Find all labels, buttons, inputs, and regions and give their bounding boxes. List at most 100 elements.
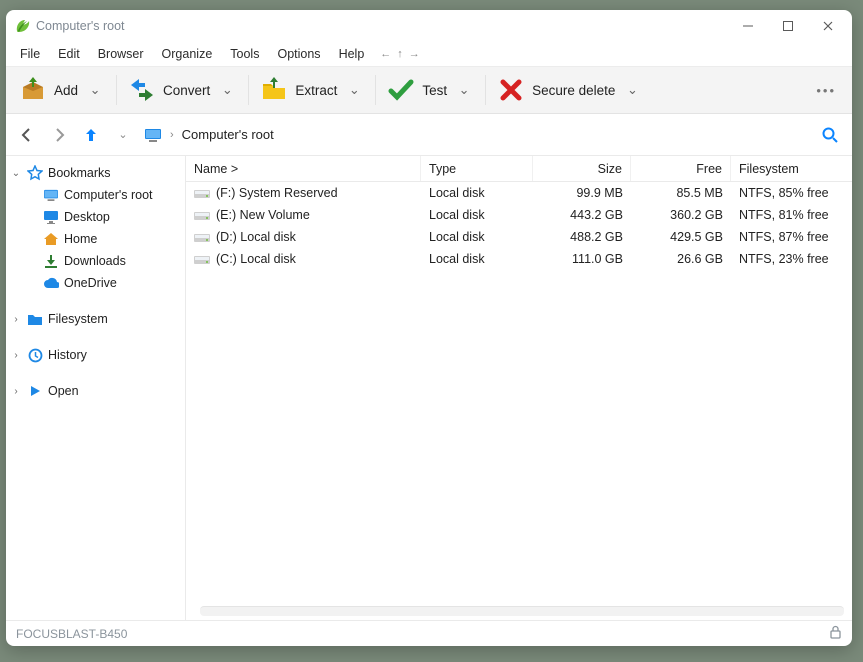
row-name: (E:) New Volume [216, 208, 310, 222]
computer-icon [42, 189, 60, 201]
sidebar-item-filesystem[interactable]: › Filesystem [6, 308, 185, 330]
sidebar-label: Open [48, 384, 79, 398]
search-button[interactable] [814, 126, 846, 144]
row-size: 488.2 GB [533, 230, 631, 244]
toolbar-divider [485, 75, 486, 105]
row-name: (C:) Local disk [216, 252, 296, 266]
toolbar-overflow-button[interactable]: ••• [806, 77, 846, 104]
convert-button[interactable]: Convert ⌄ [121, 71, 244, 109]
column-type[interactable]: Type [421, 156, 533, 181]
sidebar-item-history[interactable]: › History [6, 344, 185, 366]
extract-button[interactable]: Extract ⌄ [253, 71, 371, 109]
lock-icon[interactable] [829, 625, 842, 642]
desktop-icon [42, 210, 60, 224]
table-row[interactable]: (D:) Local disk Local disk 488.2 GB 429.… [186, 226, 852, 248]
content-area: ⌄ Bookmarks Computer's root Desktop Home… [6, 156, 852, 620]
sidebar-item-computers-root[interactable]: Computer's root [6, 184, 185, 206]
expand-icon[interactable]: › [10, 386, 22, 397]
row-free: 360.2 GB [631, 208, 731, 222]
row-name: (F:) System Reserved [216, 186, 338, 200]
row-free: 85.5 MB [631, 186, 731, 200]
collapse-icon[interactable]: ⌄ [10, 168, 22, 179]
sidebar-item-desktop[interactable]: Desktop [6, 206, 185, 228]
file-list-pane: Name > Type Size Free Filesystem (F:) Sy… [186, 156, 852, 620]
breadcrumb[interactable]: › Computer's root [140, 127, 812, 142]
menu-file[interactable]: File [12, 45, 48, 63]
row-fs: NTFS, 87% free [731, 230, 852, 244]
extract-label: Extract [295, 83, 337, 98]
sidebar-item-home[interactable]: Home [6, 228, 185, 250]
chevron-down-icon[interactable]: ⌄ [455, 82, 473, 98]
row-type: Local disk [421, 186, 533, 200]
chevron-down-icon[interactable]: ⌄ [218, 82, 236, 98]
menu-options[interactable]: Options [269, 45, 328, 63]
row-type: Local disk [421, 252, 533, 266]
sidebar-item-bookmarks[interactable]: ⌄ Bookmarks [6, 162, 185, 184]
row-fs: NTFS, 85% free [731, 186, 852, 200]
menu-help[interactable]: Help [331, 45, 373, 63]
home-icon [42, 232, 60, 246]
sidebar-label: Bookmarks [48, 166, 111, 180]
nav-up-button[interactable] [76, 120, 106, 150]
window-title: Computer's root [36, 19, 125, 33]
menu-nav-arrows: ← ↑ → [380, 48, 420, 60]
toolbar: Add ⌄ Convert ⌄ Extract ⌄ Test ⌄ Secure … [6, 66, 852, 114]
folder-extract-icon [261, 77, 287, 103]
row-fs: NTFS, 81% free [731, 208, 852, 222]
box-add-icon [20, 77, 46, 103]
nav-history-dropdown[interactable]: ⌄ [108, 120, 138, 150]
maximize-button[interactable] [768, 12, 808, 40]
disk-icon [194, 253, 210, 265]
chevron-down-icon[interactable]: ⌄ [623, 82, 641, 98]
horizontal-scrollbar[interactable] [200, 606, 844, 616]
x-delete-icon [498, 77, 524, 103]
add-button[interactable]: Add ⌄ [12, 71, 112, 109]
chevron-down-icon[interactable]: ⌄ [86, 82, 104, 98]
sidebar-item-onedrive[interactable]: OneDrive [6, 272, 185, 294]
sidebar: ⌄ Bookmarks Computer's root Desktop Home… [6, 156, 186, 620]
menu-arrow-right-icon[interactable]: → [409, 48, 420, 60]
sidebar-label: OneDrive [64, 276, 117, 290]
chevron-down-icon[interactable]: ⌄ [345, 82, 363, 98]
secure-delete-label: Secure delete [532, 83, 615, 98]
menu-edit[interactable]: Edit [50, 45, 88, 63]
computer-icon [144, 128, 162, 142]
sidebar-label: Filesystem [48, 312, 108, 326]
file-rows: (F:) System Reserved Local disk 99.9 MB … [186, 182, 852, 606]
menu-arrow-up-icon[interactable]: ↑ [397, 48, 403, 60]
menu-browser[interactable]: Browser [90, 45, 152, 63]
column-name[interactable]: Name > [186, 156, 421, 181]
close-button[interactable] [808, 12, 848, 40]
column-free[interactable]: Free [631, 156, 731, 181]
disk-icon [194, 209, 210, 221]
table-row[interactable]: (E:) New Volume Local disk 443.2 GB 360.… [186, 204, 852, 226]
breadcrumb-location: Computer's root [182, 127, 274, 142]
column-filesystem[interactable]: Filesystem [731, 156, 852, 181]
row-fs: NTFS, 23% free [731, 252, 852, 266]
sidebar-label: Computer's root [64, 188, 153, 202]
table-row[interactable]: (F:) System Reserved Local disk 99.9 MB … [186, 182, 852, 204]
check-icon [388, 77, 414, 103]
expand-icon[interactable]: › [10, 314, 22, 325]
nav-back-button[interactable] [12, 120, 42, 150]
expand-icon[interactable]: › [10, 350, 22, 361]
nav-forward-button[interactable] [44, 120, 74, 150]
column-headers: Name > Type Size Free Filesystem [186, 156, 852, 182]
sidebar-item-open[interactable]: › Open [6, 380, 185, 402]
column-size[interactable]: Size [533, 156, 631, 181]
secure-delete-button[interactable]: Secure delete ⌄ [490, 71, 649, 109]
disk-icon [194, 187, 210, 199]
menu-arrow-left-icon[interactable]: ← [380, 48, 391, 60]
status-host: FOCUSBLAST-B450 [16, 627, 127, 641]
play-icon [26, 384, 44, 398]
table-row[interactable]: (C:) Local disk Local disk 111.0 GB 26.6… [186, 248, 852, 270]
minimize-button[interactable] [728, 12, 768, 40]
menu-organize[interactable]: Organize [154, 45, 221, 63]
row-size: 443.2 GB [533, 208, 631, 222]
toolbar-divider [248, 75, 249, 105]
menu-tools[interactable]: Tools [222, 45, 267, 63]
test-button[interactable]: Test ⌄ [380, 71, 481, 109]
test-label: Test [422, 83, 447, 98]
sidebar-item-downloads[interactable]: Downloads [6, 250, 185, 272]
address-bar: ⌄ › Computer's root [6, 114, 852, 156]
